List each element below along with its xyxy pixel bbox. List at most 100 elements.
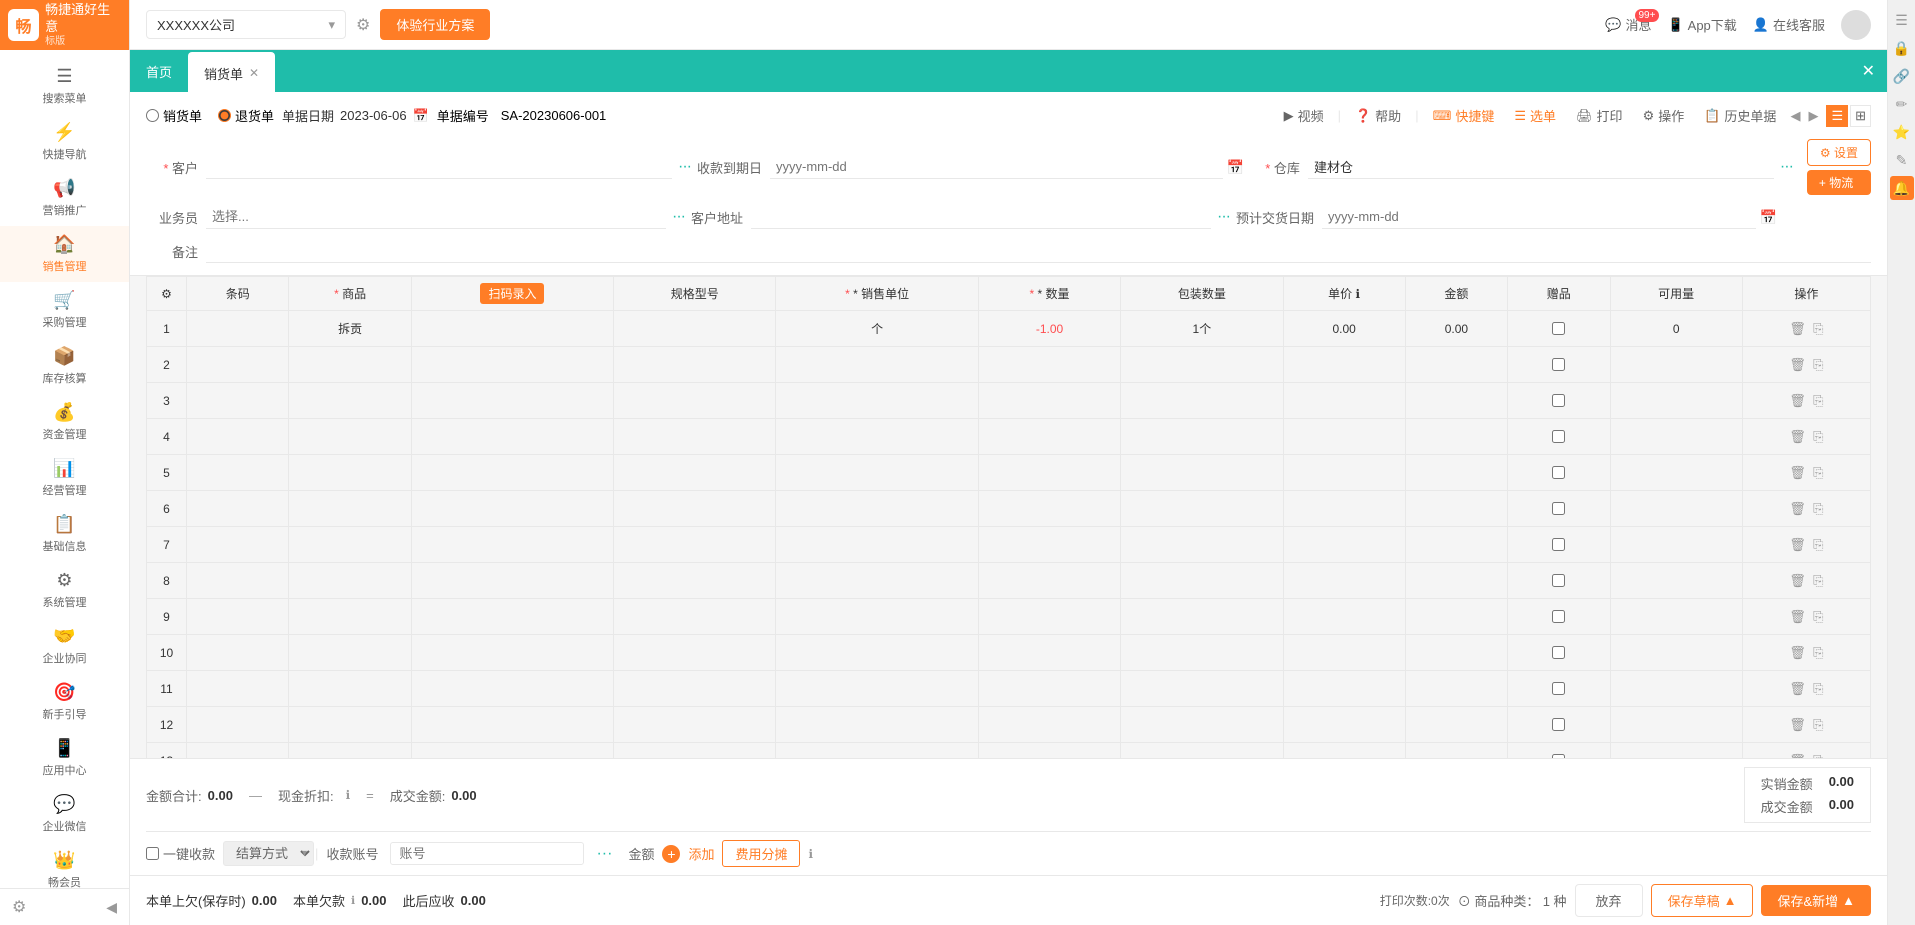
row-amount-7[interactable] [1405,527,1507,563]
gift-checkbox-4[interactable] [1552,430,1565,443]
row-qty-13[interactable] [978,743,1120,759]
row-gift-6[interactable] [1508,491,1610,527]
row-pkgqty-9[interactable] [1121,599,1283,635]
row-pkgqty-10[interactable] [1121,635,1283,671]
row-amount-4[interactable] [1405,419,1507,455]
row-pkgqty-13[interactable] [1121,743,1283,759]
sidebar-item-system[interactable]: ⚙ 系统管理 [0,562,129,618]
row-amount-3[interactable] [1405,383,1507,419]
row-gift-12[interactable] [1508,707,1610,743]
gift-checkbox-8[interactable] [1552,574,1565,587]
row-gift-10[interactable] [1508,635,1610,671]
save-new-button[interactable]: 保存&新增 ▲ [1761,885,1871,916]
row-qty-12[interactable] [978,707,1120,743]
row-qty-6[interactable] [978,491,1120,527]
customer-input[interactable] [206,155,672,179]
row-price-13[interactable] [1283,743,1405,759]
row-pkgqty-11[interactable] [1121,671,1283,707]
company-selector[interactable]: XXXXXX公司 ▾ [146,10,346,39]
sidebar-settings-icon[interactable]: ⚙ [12,897,26,917]
date-calendar-icon[interactable]: 📅 [413,108,429,124]
one-click-pay-checkbox[interactable]: 一键收款 [146,844,215,863]
save-draft-button[interactable]: 保存草稿 ▲ [1651,884,1754,917]
row-qty-8[interactable] [978,563,1120,599]
scan-button[interactable]: 扫码录入 [480,283,544,304]
right-panel-btn-1[interactable]: ☰ [1890,8,1914,32]
row-spec-5[interactable] [614,455,776,491]
radio-return-input[interactable] [218,109,231,122]
topbar-settings-icon[interactable]: ⚙ [356,15,370,35]
radio-sales-input[interactable] [146,109,159,122]
gift-checkbox-2[interactable] [1552,358,1565,371]
tab-home[interactable]: 首页 [130,50,188,92]
sidebar-collapse-icon[interactable]: ◀ [106,899,117,916]
row-gift-1[interactable] [1508,311,1610,347]
row-amount-12[interactable] [1405,707,1507,743]
row-barcode-8[interactable] [187,563,289,599]
customer-dots-icon[interactable]: ··· [672,158,697,176]
right-panel-btn-2[interactable]: 🔒 [1890,36,1914,60]
row-amount-5[interactable] [1405,455,1507,491]
row-unit-11[interactable] [776,671,978,707]
customer-addr-input[interactable] [751,205,1211,229]
shortcut-btn[interactable]: ⌨ 快捷键 [1427,104,1501,127]
row-product-11[interactable] [289,671,411,707]
message-button[interactable]: 💬 消息 99+ [1605,15,1651,34]
choose-btn[interactable]: ☰ 选单 [1508,104,1562,127]
right-panel-btn-5[interactable]: ⭐ [1890,120,1914,144]
row-price-12[interactable] [1283,707,1405,743]
row-barcode-2[interactable] [187,347,289,383]
gift-checkbox-3[interactable] [1552,394,1565,407]
sidebar-item-sales[interactable]: 🏠 销售管理 [0,226,129,282]
row-product-10[interactable] [289,635,411,671]
copy-icon-7[interactable]: ⎘ [1813,537,1823,552]
radio-return[interactable]: 退货单 [218,106,274,125]
row-product-13[interactable] [289,743,411,759]
pagination-prev[interactable]: ◀ [1790,108,1800,124]
row-unit-4[interactable] [776,419,978,455]
copy-icon-2[interactable]: ⎘ [1813,357,1823,372]
salesperson-dots-icon[interactable]: ··· [666,208,691,226]
app-download-button[interactable]: 📱 App下载 [1667,15,1736,34]
row-unit-5[interactable] [776,455,978,491]
customer-addr-dots-icon[interactable]: ··· [1211,208,1236,226]
row-amount-6[interactable] [1405,491,1507,527]
row-spec-4[interactable] [614,419,776,455]
tab-close-icon[interactable]: ✕ [249,66,259,80]
delete-icon-3[interactable]: 🗑 [1789,393,1806,408]
notes-input[interactable] [206,239,1871,263]
copy-icon-12[interactable]: ⎘ [1813,717,1823,732]
row-unit-8[interactable] [776,563,978,599]
row-product-1[interactable]: 拆贡 [289,311,411,347]
right-panel-btn-6[interactable]: ✎ [1890,148,1914,172]
row-spec-2[interactable] [614,347,776,383]
row-price-6[interactable] [1283,491,1405,527]
delete-icon-11[interactable]: 🗑 [1789,681,1806,696]
copy-icon-5[interactable]: ⎘ [1813,465,1823,480]
row-gift-13[interactable] [1508,743,1610,759]
row-amount-2[interactable] [1405,347,1507,383]
row-gift-11[interactable] [1508,671,1610,707]
expected-calendar-icon[interactable]: 📅 [1756,209,1781,226]
row-unit-6[interactable] [776,491,978,527]
row-qty-11[interactable] [978,671,1120,707]
gift-checkbox-9[interactable] [1552,610,1565,623]
row-unit-10[interactable] [776,635,978,671]
help-btn[interactable]: ❓ 帮助 [1349,104,1407,127]
gift-checkbox-12[interactable] [1552,718,1565,731]
row-price-2[interactable] [1283,347,1405,383]
row-price-10[interactable] [1283,635,1405,671]
logistics-button[interactable]: + 物流 [1807,170,1871,195]
row-gift-9[interactable] [1508,599,1610,635]
row-spec-6[interactable] [614,491,776,527]
sidebar-item-wechat[interactable]: 💬 企业微信 [0,786,129,842]
row-qty-2[interactable] [978,347,1120,383]
payment-method-select[interactable]: 结算方式 [223,841,314,866]
right-panel-btn-3[interactable]: 🔗 [1890,64,1914,88]
delete-icon-4[interactable]: 🗑 [1789,429,1806,444]
row-qty-7[interactable] [978,527,1120,563]
row-price-1[interactable]: 0.00 [1283,311,1405,347]
row-spec-8[interactable] [614,563,776,599]
row-barcode-6[interactable] [187,491,289,527]
gift-checkbox-11[interactable] [1552,682,1565,695]
